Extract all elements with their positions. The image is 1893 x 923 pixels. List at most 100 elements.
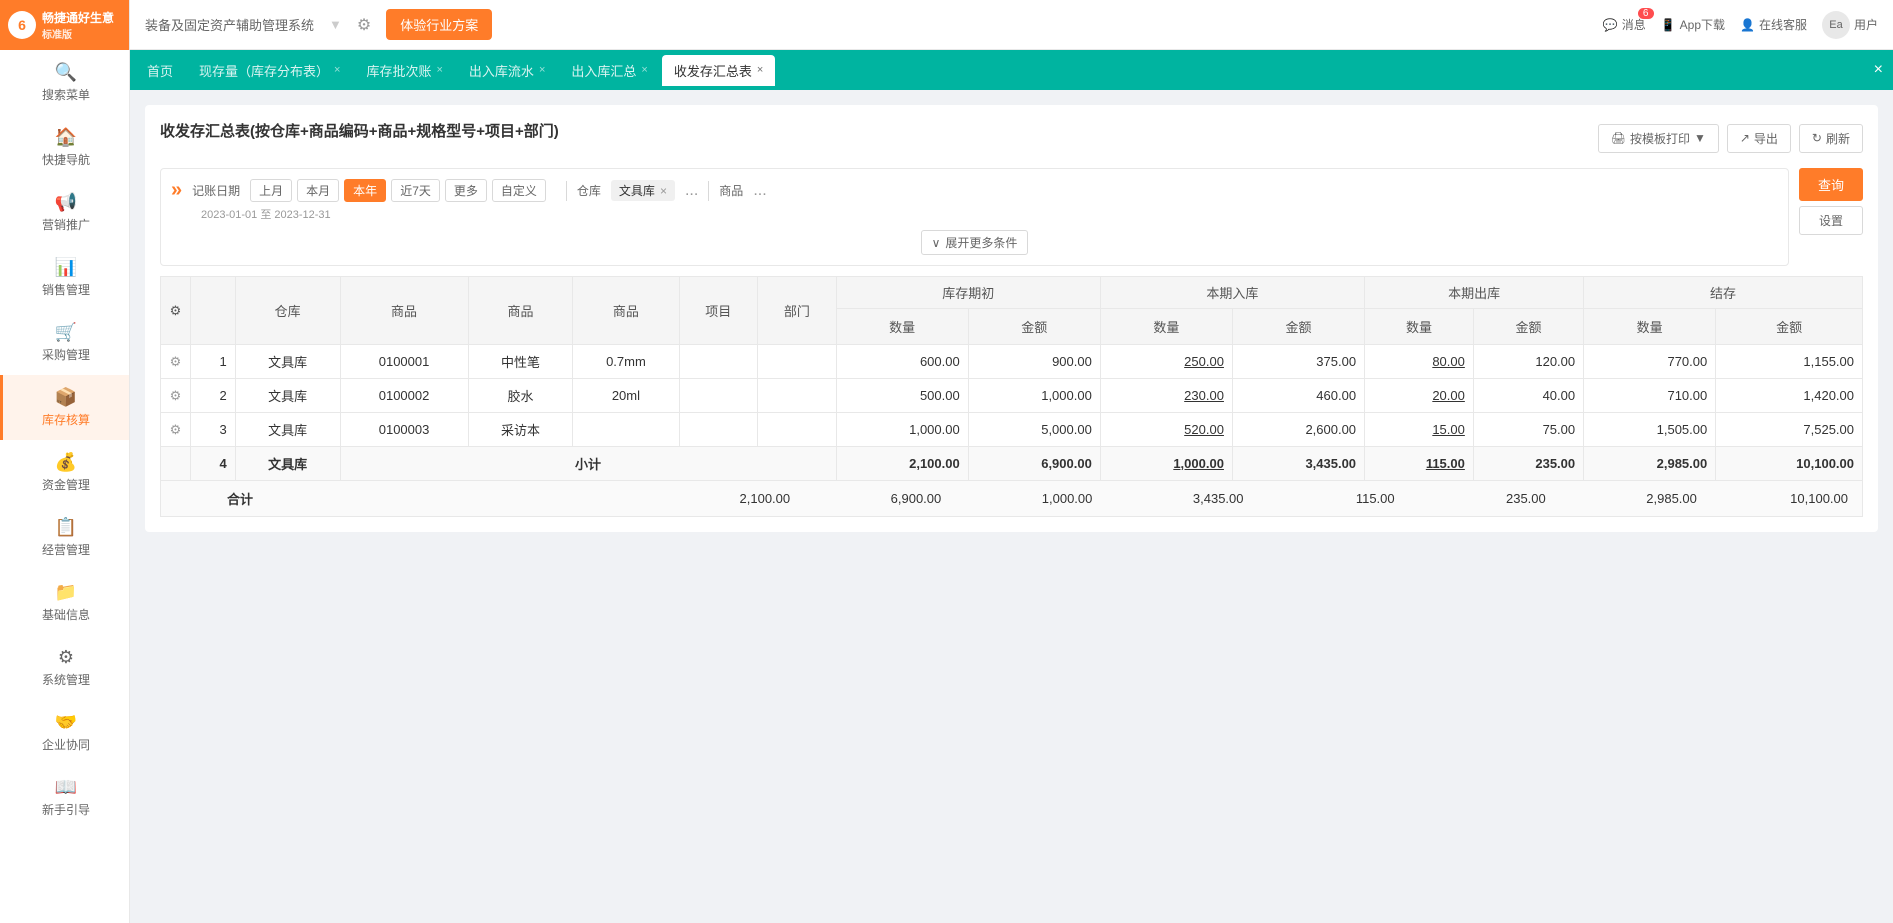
col-no-header [191,277,236,345]
product-more[interactable]: ... [753,182,766,200]
tab-close-batch-account[interactable]: × [436,64,442,76]
row-dept [758,413,837,447]
subtotal-closing-qty: 2,985.00 [1584,447,1716,481]
export-button[interactable]: ↗ 导出 [1727,124,1791,153]
tab-home[interactable]: 首页 [135,55,185,86]
row-gear[interactable]: ⚙ [161,413,191,447]
tab-bar-close-button[interactable]: × [1869,56,1888,84]
date-shortcut-本月[interactable]: 本月 [297,179,339,202]
col-closing-amt-header: 金额 [1716,309,1863,345]
subtotal-no: 4 [191,447,236,481]
row-closing-amt: 7,525.00 [1716,413,1863,447]
app-download-label: App下载 [1680,16,1725,33]
col-warehouse-header: 仓库 [235,277,340,345]
date-range-display: 2023-01-01 至 2023-12-31 [201,206,331,222]
sidebar-item-basic-info[interactable]: 📁 基础信息 [0,570,129,635]
total-out-amt: 235.00 [1403,491,1554,506]
filter-toggle-icon[interactable]: » [171,179,182,202]
sidebar-label-purchase: 采购管理 [42,346,90,363]
date-shortcut-更多[interactable]: 更多 [445,179,487,202]
row-gear[interactable]: ⚙ [161,379,191,413]
row-in-qty[interactable]: 230.00 [1100,379,1232,413]
user-menu[interactable]: Ea 用户 [1822,11,1878,39]
row-out-amt: 75.00 [1473,413,1583,447]
date-shortcut-本年[interactable]: 本年 [344,179,386,202]
sidebar-item-collab[interactable]: 🤝 企业协同 [0,700,129,765]
row-closing-qty: 1,505.00 [1584,413,1716,447]
expand-label: 展开更多条件 [945,234,1017,251]
filter-settings-button[interactable]: 设置 [1799,206,1863,235]
warehouse-tag-close[interactable]: × [660,184,667,198]
message-badge: 6 [1638,8,1654,19]
app-download-button[interactable]: 📱 App下载 [1661,16,1725,33]
print-label: 按模板打印 [1630,130,1690,147]
row-gear[interactable]: ⚙ [161,345,191,379]
row-warehouse: 文具库 [235,345,340,379]
top-header: 装备及固定资产辅助管理系统 ▼ ⚙ 体验行业方案 💬 消息 6 📱 App下载 … [130,0,1893,50]
online-service-button[interactable]: 👤 在线客服 [1740,16,1807,33]
messages-button[interactable]: 💬 消息 6 [1603,16,1646,33]
sidebar-icon-system: ⚙ [58,647,74,668]
row-in-amt: 375.00 [1232,345,1364,379]
row-code: 0100002 [340,379,468,413]
row-in-qty[interactable]: 250.00 [1100,345,1232,379]
col-settings-header[interactable]: ⚙ [161,277,191,345]
subtotal-out-qty[interactable]: 115.00 [1365,447,1474,481]
row-out-qty[interactable]: 15.00 [1365,413,1474,447]
tab-in-out-summary[interactable]: 出入库汇总× [559,55,659,86]
sidebar-label-collab: 企业协同 [42,736,90,753]
sidebar-item-quick-nav[interactable]: 🏠 快捷导航 [0,115,129,180]
sidebar-icon-basic-info: 📁 [55,582,77,603]
tab-in-out-flow[interactable]: 出入库流水× [457,55,557,86]
sidebar-item-guide[interactable]: 📖 新手引导 [0,765,129,830]
sidebar-item-operations[interactable]: 📋 经营管理 [0,505,129,570]
sidebar-item-sales[interactable]: 📊 销售管理 [0,245,129,310]
subtotal-in-qty[interactable]: 1,000.00 [1100,447,1232,481]
sidebar: 6 畅捷通好生意 标准版 🔍 搜索菜单 🏠 快捷导航 📢 营销推广 📊 销售管理… [0,0,130,923]
sidebar-icon-operations: 📋 [55,517,77,538]
row-out-qty[interactable]: 80.00 [1365,345,1474,379]
print-dropdown-icon: ▼ [1694,131,1706,145]
sidebar-item-search[interactable]: 🔍 搜索菜单 [0,50,129,115]
tab-close-recv-send-summary[interactable]: × [757,64,763,76]
query-button[interactable]: 查询 [1799,168,1863,201]
row-out-qty[interactable]: 20.00 [1365,379,1474,413]
settings-gear-icon[interactable]: ⚙ [357,15,371,35]
sidebar-label-inventory: 库存核算 [42,411,90,428]
sidebar-item-purchase[interactable]: 🛒 采购管理 [0,310,129,375]
row-spec: 20ml [573,379,679,413]
sidebar-item-system[interactable]: ⚙ 系统管理 [0,635,129,700]
tab-close-in-out-flow[interactable]: × [539,64,545,76]
tab-recv-send-summary[interactable]: 收发存汇总表× [662,55,775,86]
tab-close-in-out-summary[interactable]: × [641,64,647,76]
date-shortcut-近7天[interactable]: 近7天 [391,179,440,202]
sidebar-logo: 6 畅捷通好生意 标准版 [0,0,129,50]
subtotal-warehouse: 文具库 [235,447,340,481]
warehouse-more[interactable]: ... [685,182,698,200]
col-project-header: 项目 [679,277,758,345]
col-code-header: 商品 [340,277,468,345]
sidebar-item-marketing[interactable]: 📢 营销推广 [0,180,129,245]
col-in-header: 本期入库 [1100,277,1364,309]
row-project [679,379,758,413]
row-in-qty[interactable]: 520.00 [1100,413,1232,447]
sidebar-item-finance[interactable]: 💰 资金管理 [0,440,129,505]
tab-batch-account[interactable]: 库存批次账× [354,55,454,86]
tab-close-inventory-dist[interactable]: × [334,64,340,76]
date-shortcut-上月[interactable]: 上月 [250,179,292,202]
print-button[interactable]: 🖨 按模板打印 ▼ [1598,124,1719,153]
col-out-amt-header: 金额 [1473,309,1583,345]
message-icon: 💬 [1603,18,1618,32]
sidebar-label-guide: 新手引导 [42,801,90,818]
trial-button[interactable]: 体验行业方案 [386,9,492,40]
sidebar-icon-purchase: 🛒 [55,322,77,343]
tab-inventory-dist[interactable]: 现存量（库存分布表） × [187,55,352,86]
expand-filters-button[interactable]: ∨ 展开更多条件 [921,230,1029,255]
sidebar-item-inventory[interactable]: 📦 库存核算 [0,375,129,440]
total-label: 合计 [227,489,307,508]
sidebar-label-system: 系统管理 [42,671,90,688]
tab-label-inventory-dist: 现存量（库存分布表） [199,61,329,80]
date-shortcut-自定义[interactable]: 自定义 [492,179,546,202]
refresh-button[interactable]: ↻ 刷新 [1799,124,1863,153]
row-name: 胶水 [468,379,573,413]
